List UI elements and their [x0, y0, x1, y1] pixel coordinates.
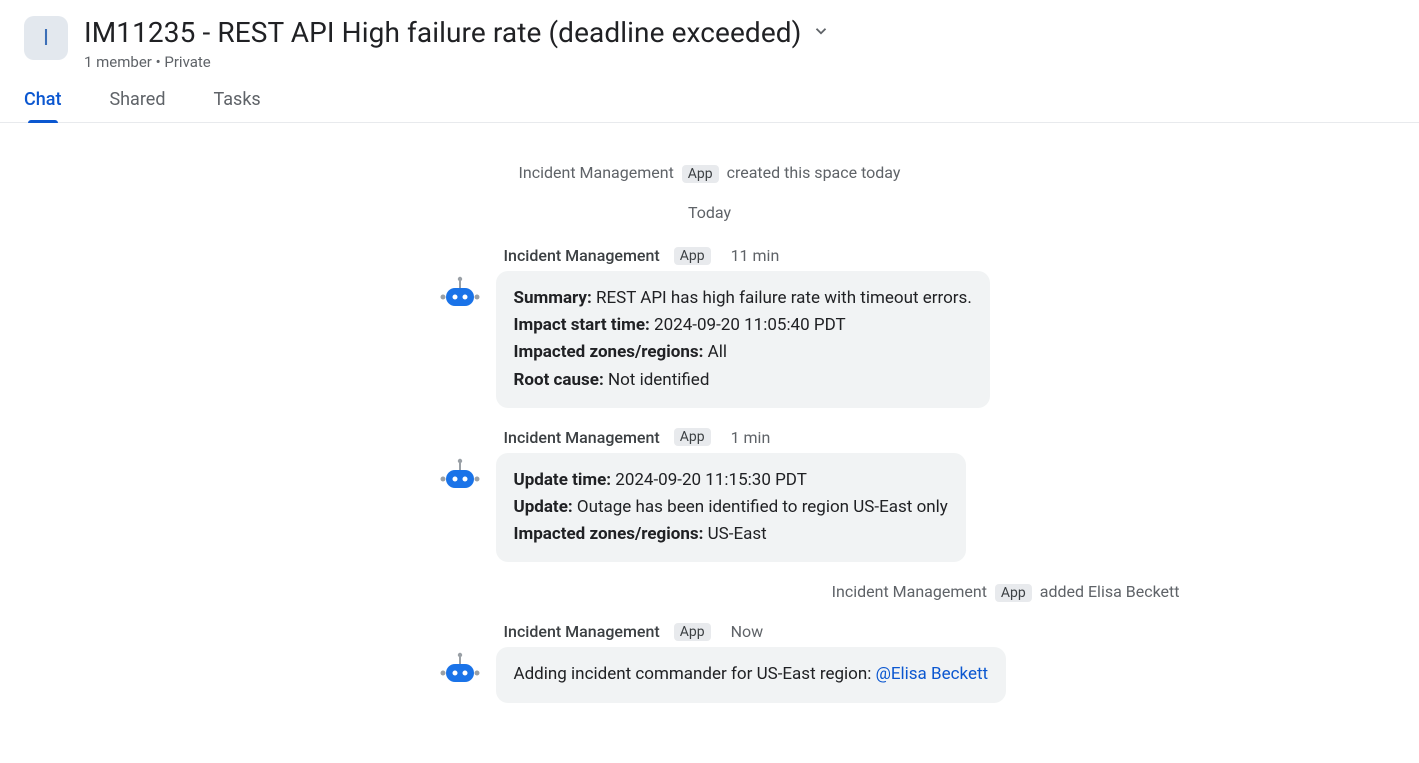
message-author: Incident Management: [504, 246, 660, 265]
field-value: US-East: [703, 524, 766, 544]
space-title: IM11235 - REST API High failure rate (de…: [84, 16, 802, 49]
space-avatar[interactable]: I: [24, 16, 68, 60]
chat-area: Incident Management App created this spa…: [0, 123, 1419, 763]
field-label: Impacted zones/regions:: [514, 524, 704, 544]
tabs-bar: Chat Shared Tasks: [0, 71, 1419, 123]
space-avatar-letter: I: [43, 26, 49, 51]
space-header: I IM11235 - REST API High failure rate (…: [0, 0, 1419, 71]
bot-avatar: [440, 276, 480, 314]
bot-icon: [440, 652, 480, 686]
field-label: Impacted zones/regions:: [514, 342, 704, 362]
field-value: REST API has high failure rate with time…: [592, 288, 972, 308]
field-label: Summary:: [514, 288, 592, 308]
tab-shared[interactable]: Shared: [109, 89, 165, 122]
message-timestamp: 1 min: [731, 428, 771, 447]
message-text: Adding incident commander for US-East re…: [514, 664, 876, 684]
app-chip: App: [674, 247, 711, 265]
message-header: Incident Management App Now: [504, 622, 1180, 641]
app-chip: App: [995, 584, 1032, 602]
user-mention[interactable]: @Elisa Beckett: [876, 664, 989, 684]
system-suffix: created this space today: [727, 163, 901, 182]
system-suffix: added Elisa Beckett: [1040, 582, 1180, 601]
message-row: Incident Management App Now Adding incid…: [220, 622, 1200, 702]
creation-system-line: Incident Management App created this spa…: [20, 163, 1399, 183]
message-timestamp: Now: [731, 622, 764, 641]
system-author: Incident Management: [832, 582, 987, 601]
message-row: Incident Management App 11 min Summary: …: [220, 246, 1200, 408]
message-author: Incident Management: [504, 428, 660, 447]
date-divider: Today: [20, 203, 1399, 222]
space-title-row[interactable]: IM11235 - REST API High failure rate (de…: [84, 16, 830, 49]
bot-avatar: [440, 458, 480, 496]
chevron-down-icon[interactable]: [812, 22, 830, 44]
app-chip: App: [674, 623, 711, 641]
member-added-line: Incident Management App added Elisa Beck…: [220, 582, 1200, 602]
field-value: All: [703, 342, 727, 362]
space-subtitle: 1 member • Private: [84, 53, 830, 71]
field-value: Outage has been identified to region US-…: [573, 497, 948, 517]
tab-tasks[interactable]: Tasks: [213, 89, 260, 122]
field-label: Update time:: [514, 470, 612, 490]
message-header: Incident Management App 11 min: [504, 246, 1180, 265]
field-value: 2024-09-20 11:05:40 PDT: [650, 315, 846, 335]
bot-icon: [440, 276, 480, 310]
system-author: Incident Management: [519, 163, 674, 182]
message-row: Incident Management App 1 min Update tim…: [220, 428, 1200, 563]
field-value: 2024-09-20 11:15:30 PDT: [611, 470, 807, 490]
message-timestamp: 11 min: [731, 246, 780, 265]
message-header: Incident Management App 1 min: [504, 428, 1180, 447]
tab-chat[interactable]: Chat: [24, 89, 61, 122]
bot-icon: [440, 458, 480, 492]
field-label: Impact start time:: [514, 315, 650, 335]
message-bubble: Update time: 2024-09-20 11:15:30 PDT Upd…: [496, 453, 966, 563]
app-chip: App: [674, 428, 711, 446]
bot-avatar: [440, 652, 480, 690]
message-bubble: Summary: REST API has high failure rate …: [496, 271, 990, 408]
app-chip: App: [682, 165, 719, 183]
field-value: Not identified: [604, 370, 710, 390]
message-author: Incident Management: [504, 622, 660, 641]
field-label: Update:: [514, 497, 573, 517]
message-bubble: Adding incident commander for US-East re…: [496, 647, 1007, 702]
field-label: Root cause:: [514, 370, 604, 390]
